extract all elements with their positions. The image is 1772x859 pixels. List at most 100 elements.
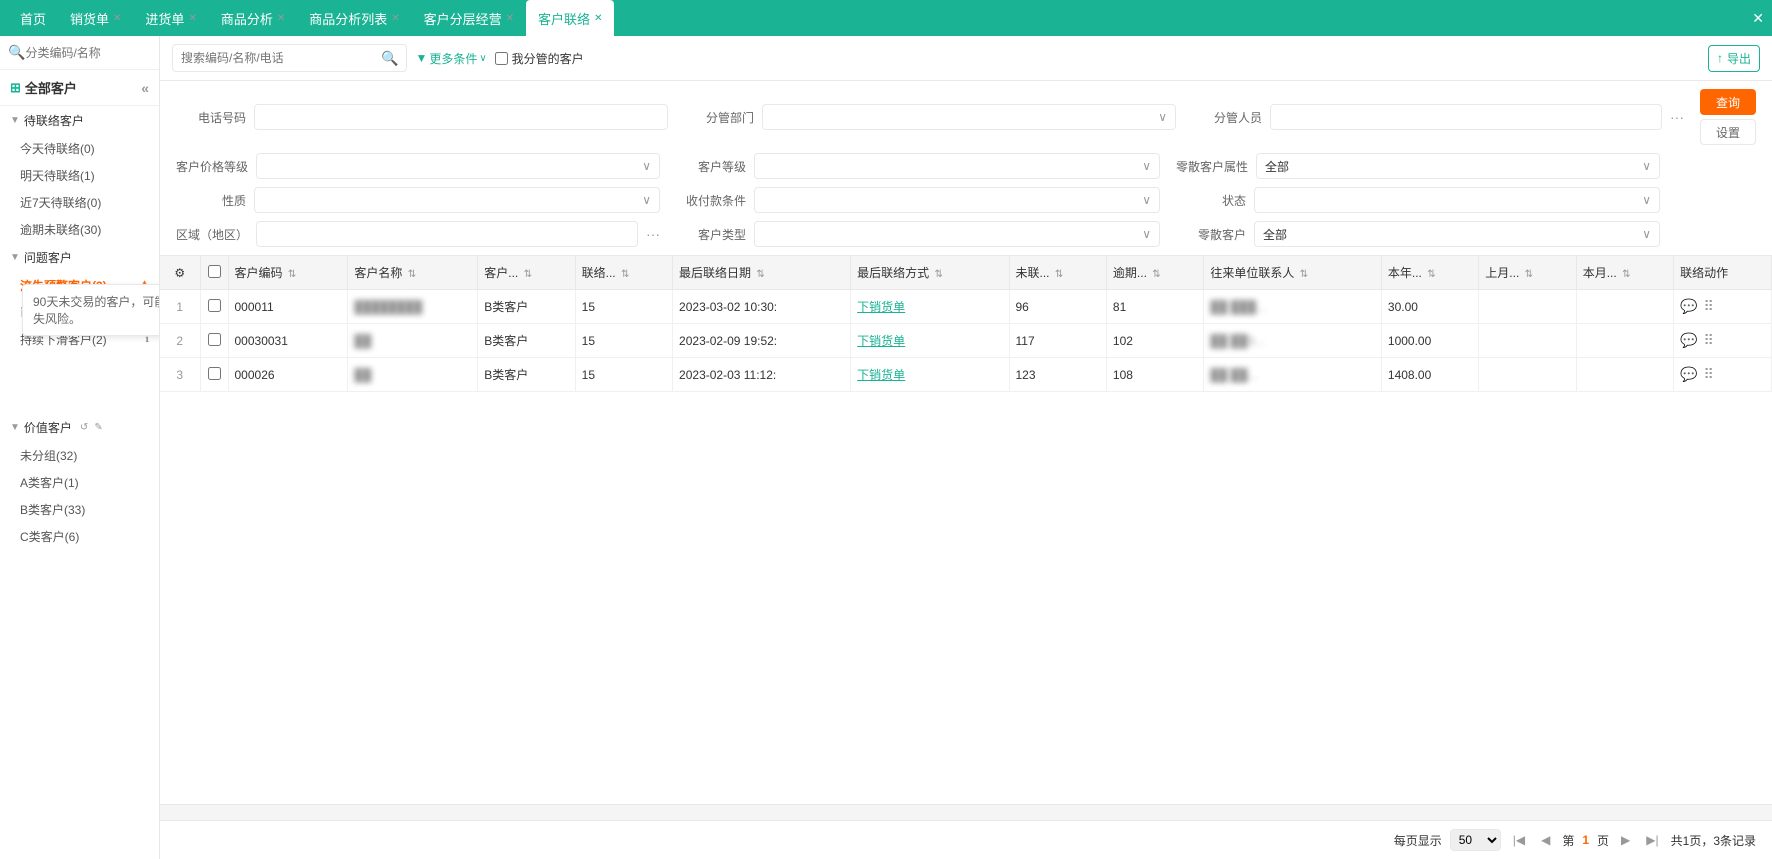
edit-icon[interactable]: ✎ (94, 422, 102, 433)
row-2-more-icon[interactable]: ⠿ (1704, 332, 1714, 349)
filter-manager: 分管人员 ··· (1192, 104, 1684, 130)
search-button-icon[interactable]: 🔍 (381, 50, 398, 67)
region-select[interactable] (256, 221, 638, 247)
search-input[interactable] (181, 51, 381, 65)
col-name-header: 客户名称 ⇅ (348, 256, 478, 290)
region-dots[interactable]: ··· (646, 226, 660, 242)
row-2-message-icon[interactable]: 💬 (1680, 332, 1697, 349)
close-sales-tab[interactable]: ✕ (113, 13, 121, 24)
row-3-checkbox[interactable] (208, 367, 221, 380)
settings-gear-icon[interactable]: ⚙ (174, 266, 185, 280)
row-2-num: 2 (160, 324, 200, 358)
sort-icon-this-month[interactable]: ⇅ (1622, 269, 1630, 280)
sort-icon-last-month[interactable]: ⇅ (1525, 269, 1533, 280)
sidebar-group-value-header[interactable]: ▼ 价值客户 ↺ ✎ (0, 413, 159, 442)
col-type-header: 客户... ⇅ (478, 256, 575, 290)
refresh-icon[interactable]: ↺ (80, 422, 88, 433)
prev-page-button[interactable]: ◀ (1537, 831, 1554, 849)
manager-dots[interactable]: ··· (1670, 109, 1684, 125)
sidebar-item-7days-pending[interactable]: 近7天待联络(0) (0, 189, 159, 216)
my-customers-checkbox-label[interactable]: 我分管的客户 (495, 50, 584, 67)
sort-icon-name[interactable]: ⇅ (408, 269, 416, 280)
row-3-name-blurred: ██ (354, 368, 371, 382)
tab-customer-tier[interactable]: 客户分层经营 ✕ (412, 0, 526, 36)
phone-input[interactable] (254, 104, 668, 130)
sort-icon-method[interactable]: ⇅ (935, 269, 943, 280)
more-conditions-toggle[interactable]: ▼ 更多条件 ∨ (415, 50, 486, 67)
sort-icon-overdue[interactable]: ⇅ (1152, 269, 1160, 280)
sidebar-all-customers[interactable]: ⊞ 全部客户 « (0, 70, 159, 106)
row-1-checkbox[interactable] (208, 299, 221, 312)
sort-icon-year[interactable]: ⇅ (1427, 269, 1435, 280)
tab-purchase[interactable]: 进货单 ✕ (133, 0, 208, 36)
sort-icon-contact[interactable]: ⇅ (621, 269, 629, 280)
zero-customer-select[interactable]: 全部 ∨ (1254, 221, 1660, 247)
sort-icon-date[interactable]: ⇅ (756, 269, 764, 280)
sidebar-item-class-c[interactable]: C类客户(6) (0, 523, 159, 550)
row-1-more-icon[interactable]: ⠿ (1704, 298, 1714, 315)
sort-icon-unit[interactable]: ⇅ (1300, 269, 1308, 280)
sidebar-group-pending-header[interactable]: ▼ 待联络客户 (0, 106, 159, 135)
row-3-checkbox-cell (200, 358, 228, 392)
first-page-button[interactable]: |◀ (1509, 831, 1529, 849)
close-customer-tier-tab[interactable]: ✕ (506, 13, 514, 24)
sidebar-item-tomorrow-pending[interactable]: 明天待联络(1) (0, 162, 159, 189)
sidebar-item-overdue-pending[interactable]: 逾期未联络(30) (0, 216, 159, 243)
window-close-button[interactable]: ✕ (1752, 10, 1764, 27)
sidebar-item-today-pending[interactable]: 今天待联络(0) (0, 135, 159, 162)
per-page-select[interactable]: 50 100 200 (1450, 829, 1501, 851)
customer-type-label: 客户类型 (676, 226, 746, 243)
col-action-header: 联络动作 (1674, 256, 1772, 290)
close-purchase-tab[interactable]: ✕ (188, 13, 196, 24)
payment-select[interactable]: ∨ (754, 187, 1160, 213)
status-select[interactable]: ∨ (1254, 187, 1660, 213)
tab-goods-analysis[interactable]: 商品分析 ✕ (209, 0, 297, 36)
sidebar-group-problem-header[interactable]: ▼ 问题客户 (0, 243, 159, 272)
sidebar-collapse-btn[interactable]: « (141, 80, 149, 96)
next-page-button[interactable]: ▶ (1617, 831, 1634, 849)
horizontal-scrollbar[interactable] (160, 804, 1772, 820)
row-1-date: 2023-03-02 10:30: (673, 290, 851, 324)
close-goods-analysis-tab[interactable]: ✕ (277, 13, 285, 24)
filter-row-3: 性质 ∨ 收付款条件 ∨ 状态 ∨ (176, 187, 1756, 213)
sort-icon-type[interactable]: ⇅ (524, 269, 532, 280)
row-2-contact: 15 (575, 324, 672, 358)
sidebar-item-class-b[interactable]: B类客户(33) (0, 496, 159, 523)
tab-goods-list[interactable]: 商品分析列表 ✕ (297, 0, 411, 36)
row-1-message-icon[interactable]: 💬 (1680, 298, 1697, 315)
grid-icon: ⊞ (10, 80, 21, 96)
customer-type-select[interactable]: ∨ (754, 221, 1160, 247)
settings-button[interactable]: 设置 (1700, 119, 1756, 145)
close-goods-list-tab[interactable]: ✕ (391, 13, 399, 24)
row-2-checkbox[interactable] (208, 333, 221, 346)
close-customer-contact-tab[interactable]: ✕ (594, 13, 602, 24)
gender-select[interactable]: ∨ (254, 187, 660, 213)
tab-customer-contact[interactable]: 客户联络 ✕ (526, 0, 614, 36)
page-label: 第 (1562, 832, 1574, 849)
sort-icon-code[interactable]: ⇅ (288, 269, 296, 280)
export-button[interactable]: ↑ 导出 (1708, 45, 1760, 72)
filter-row-2: 客户价格等级 ∨ 客户等级 ∨ 零散客户属性 全部 ∨ (176, 153, 1756, 179)
tab-sales[interactable]: 销货单 ✕ (58, 0, 133, 36)
customer-level-select[interactable]: ∨ (754, 153, 1160, 179)
zero-sales-select[interactable]: 全部 ∨ (1256, 153, 1660, 179)
dept-select[interactable]: ∨ (762, 104, 1176, 130)
row-3-more-icon[interactable]: ⠿ (1704, 366, 1714, 383)
query-button[interactable]: 查询 (1700, 89, 1756, 115)
row-3-method-link[interactable]: 下销货单 (857, 368, 905, 382)
price-level-select[interactable]: ∨ (256, 153, 660, 179)
tab-home[interactable]: 首页 (8, 0, 58, 36)
select-all-checkbox[interactable] (208, 265, 221, 278)
sort-icon-uncontact[interactable]: ⇅ (1055, 269, 1063, 280)
sidebar-item-class-a[interactable]: A类客户(1) (0, 469, 159, 496)
row-2-method-link[interactable]: 下销货单 (857, 334, 905, 348)
row-3-message-icon[interactable]: 💬 (1680, 366, 1697, 383)
last-page-button[interactable]: ▶| (1642, 831, 1662, 849)
sidebar-search-input[interactable] (25, 46, 151, 60)
manager-select[interactable] (1270, 104, 1662, 130)
row-1-method-link[interactable]: 下销货单 (857, 300, 905, 314)
search-input-wrap: 🔍 (172, 44, 407, 72)
sidebar-item-ungrouped[interactable]: 未分组(32) (0, 442, 159, 469)
my-customers-checkbox[interactable] (495, 52, 508, 65)
arrow-down-icon3: ▼ (10, 422, 20, 433)
